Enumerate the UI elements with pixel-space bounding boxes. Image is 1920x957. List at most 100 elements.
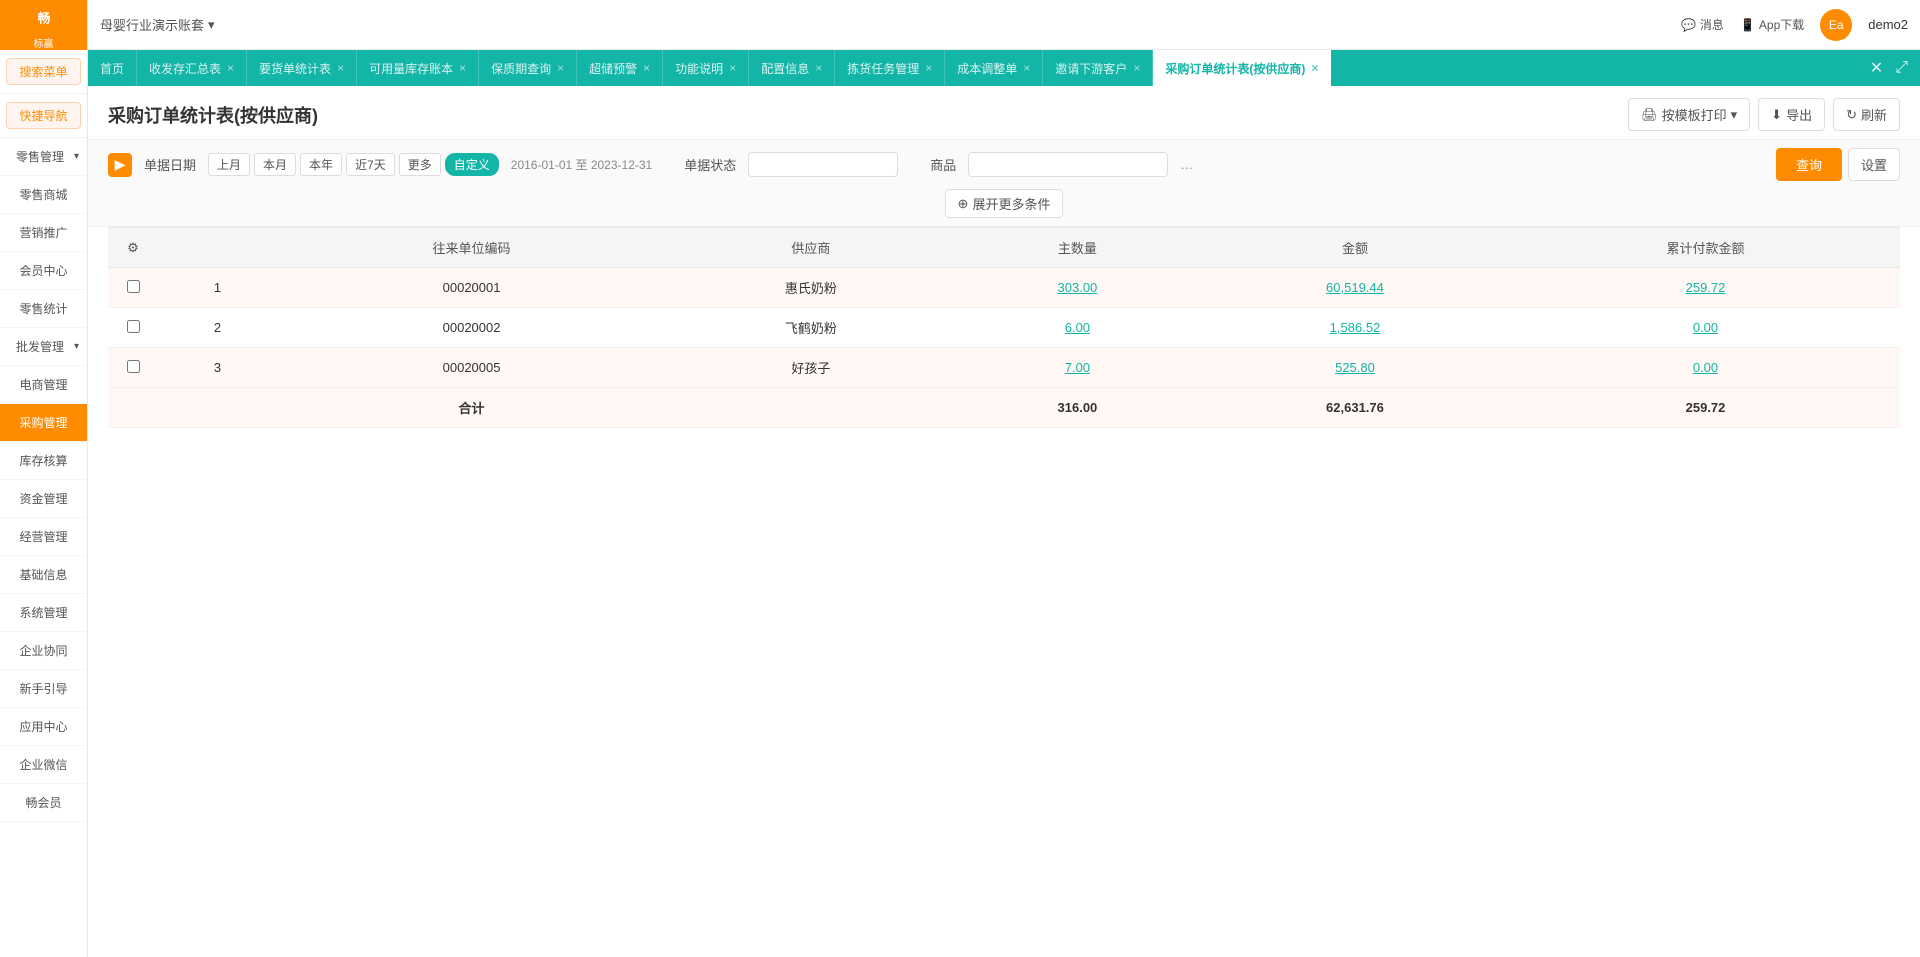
sidebar: 畅 标赢 搜索菜单 快捷导航 零售管理 ▾ 零售商城 营销推广 会员中心: [0, 0, 88, 957]
sidebar-item-wholesale[interactable]: 批发管理 ▾: [0, 328, 87, 366]
close-icon[interactable]: ×: [815, 61, 822, 75]
sidebar-item-retail-shop[interactable]: 零售商城: [0, 176, 87, 214]
industry-selector[interactable]: 母婴行业演示账套 ▾: [100, 15, 215, 34]
custom-date-button[interactable]: 自定义: [445, 153, 499, 176]
tab-cost-adjust[interactable]: 成本调整单 ×: [945, 50, 1043, 86]
quick-nav-button[interactable]: 快捷导航: [6, 102, 81, 129]
row-checkbox[interactable]: [127, 360, 140, 373]
sidebar-item-finance[interactable]: 资金管理: [0, 480, 87, 518]
cell-paid-amount[interactable]: 0.00: [1511, 308, 1900, 348]
app-download-label: App下载: [1759, 16, 1804, 33]
dropdown-icon: ▾: [208, 17, 215, 33]
chevron-down-icon: ▾: [74, 151, 79, 162]
sidebar-item-operation[interactable]: 经营管理: [0, 518, 87, 556]
cell-amount[interactable]: 525.80: [1199, 348, 1511, 388]
query-button[interactable]: 查询: [1776, 148, 1842, 181]
more-dates-button[interactable]: 更多: [399, 153, 441, 176]
goods-input[interactable]: [968, 152, 1168, 177]
tab-maximize-icon[interactable]: ⤢: [1891, 57, 1912, 79]
export-button[interactable]: ⬇ 导出: [1758, 98, 1825, 131]
tab-config-info[interactable]: 配置信息 ×: [749, 50, 835, 86]
sidebar-item-inventory[interactable]: 库存核算: [0, 442, 87, 480]
close-icon[interactable]: ×: [337, 61, 344, 75]
sidebar-item-enterprise-wechat[interactable]: 企业微信: [0, 746, 87, 784]
tab-function-desc[interactable]: 功能说明 ×: [663, 50, 749, 86]
tab-home[interactable]: 首页: [88, 50, 137, 86]
goods-more-icon[interactable]: …: [1180, 157, 1193, 172]
tab-purchase-stats[interactable]: 要货单统计表 ×: [247, 50, 357, 86]
row-checkbox[interactable]: [127, 320, 140, 333]
sidebar-item-ecommerce-label: 电商管理: [19, 376, 67, 393]
status-select[interactable]: [748, 152, 898, 177]
tab-invite-downstream[interactable]: 邀请下游客户 ×: [1043, 50, 1153, 86]
last-7-days-button[interactable]: 近7天: [346, 153, 395, 176]
sidebar-item-retail[interactable]: 零售管理 ▾: [0, 138, 87, 176]
last-month-button[interactable]: 上月: [208, 153, 250, 176]
filter-bar: ▶ 单据日期 上月 本月 本年 近7天 更多 自定义 2016-01-01 至 …: [88, 139, 1920, 227]
sidebar-item-system[interactable]: 系统管理: [0, 594, 87, 632]
close-icon[interactable]: ×: [1023, 61, 1030, 75]
this-month-button[interactable]: 本月: [254, 153, 296, 176]
close-icon[interactable]: ×: [925, 61, 932, 75]
th-supplier: 供应商: [666, 228, 956, 268]
sidebar-item-operation-label: 经营管理: [19, 528, 67, 545]
cell-paid-amount[interactable]: 259.72: [1511, 268, 1900, 308]
cell-main-qty[interactable]: 303.00: [956, 268, 1199, 308]
tab-receive-summary-label: 收发存汇总表: [149, 60, 221, 77]
close-icon[interactable]: ×: [459, 61, 466, 75]
sidebar-item-member[interactable]: 会员中心: [0, 252, 87, 290]
goods-filter-label: 商品: [930, 155, 956, 174]
this-year-button[interactable]: 本年: [300, 153, 342, 176]
sidebar-item-app-center[interactable]: 应用中心: [0, 708, 87, 746]
close-icon[interactable]: ×: [729, 61, 736, 75]
close-icon[interactable]: ×: [643, 61, 650, 75]
setting-button[interactable]: 设置: [1848, 148, 1900, 181]
close-icon[interactable]: ×: [1133, 61, 1140, 75]
sidebar-item-enterprise[interactable]: 企业协同: [0, 632, 87, 670]
sidebar-item-ecommerce[interactable]: 电商管理: [0, 366, 87, 404]
avatar[interactable]: Ea: [1820, 9, 1852, 41]
sidebar-item-purchase[interactable]: 采购管理: [0, 404, 87, 442]
username-label[interactable]: demo2: [1868, 17, 1908, 32]
close-icon[interactable]: ×: [227, 61, 234, 75]
message-button[interactable]: 💬 消息: [1681, 16, 1724, 33]
sidebar-item-retail-label: 零售管理: [8, 148, 72, 165]
sidebar-item-vip[interactable]: 畅会员: [0, 784, 87, 822]
search-menu-button[interactable]: 搜索菜单: [6, 58, 81, 85]
th-settings[interactable]: ⚙: [108, 228, 158, 268]
app-download-button[interactable]: 📱 App下载: [1740, 16, 1804, 33]
close-icon[interactable]: ×: [557, 61, 564, 75]
cell-checkbox[interactable]: [108, 348, 158, 388]
tab-available-stock[interactable]: 可用量库存账本 ×: [357, 50, 479, 86]
sidebar-item-marketing[interactable]: 营销推广: [0, 214, 87, 252]
sidebar-item-basic-info[interactable]: 基础信息: [0, 556, 87, 594]
cell-paid-amount[interactable]: 0.00: [1511, 348, 1900, 388]
cell-amount[interactable]: 1,586.52: [1199, 308, 1511, 348]
sidebar-item-retail-shop-label: 零售商城: [19, 186, 67, 203]
expand-conditions-button[interactable]: ⊕ 展开更多条件: [945, 189, 1064, 218]
cell-checkbox[interactable]: [108, 308, 158, 348]
row-checkbox[interactable]: [127, 280, 140, 293]
table-row: 1 00020001 惠氏奶粉 303.00 60,519.44 259.72: [108, 268, 1900, 308]
cell-amount[interactable]: 60,519.44: [1199, 268, 1511, 308]
cell-main-qty[interactable]: 7.00: [956, 348, 1199, 388]
tab-overstock-warning[interactable]: 超储预警 ×: [577, 50, 663, 86]
sidebar-item-purchase-label: 采购管理: [19, 414, 67, 431]
cell-unit-code: 00020002: [277, 308, 666, 348]
tab-close-current-icon[interactable]: ✕: [1866, 56, 1887, 80]
tab-purchase-order-stats[interactable]: 采购订单统计表(按供应商) ×: [1153, 50, 1331, 86]
sidebar-item-basic-info-label: 基础信息: [19, 566, 67, 583]
th-amount: 金额: [1199, 228, 1511, 268]
tab-expiry-query[interactable]: 保质期查询 ×: [479, 50, 577, 86]
filter-toggle-button[interactable]: ▶: [108, 153, 132, 177]
table-row: 3 00020005 好孩子 7.00 525.80 0.00: [108, 348, 1900, 388]
tab-pick-task[interactable]: 拣货任务管理 ×: [835, 50, 945, 86]
cell-main-qty[interactable]: 6.00: [956, 308, 1199, 348]
sidebar-item-new-guide[interactable]: 新手引导: [0, 670, 87, 708]
refresh-button[interactable]: ↻ 刷新: [1833, 98, 1900, 131]
tab-receive-summary[interactable]: 收发存汇总表 ×: [137, 50, 247, 86]
print-button[interactable]: 🖨 按模板打印 ▾: [1628, 98, 1750, 131]
close-icon[interactable]: ×: [1311, 61, 1318, 75]
cell-checkbox[interactable]: [108, 268, 158, 308]
sidebar-item-retail-stats[interactable]: 零售统计: [0, 290, 87, 328]
